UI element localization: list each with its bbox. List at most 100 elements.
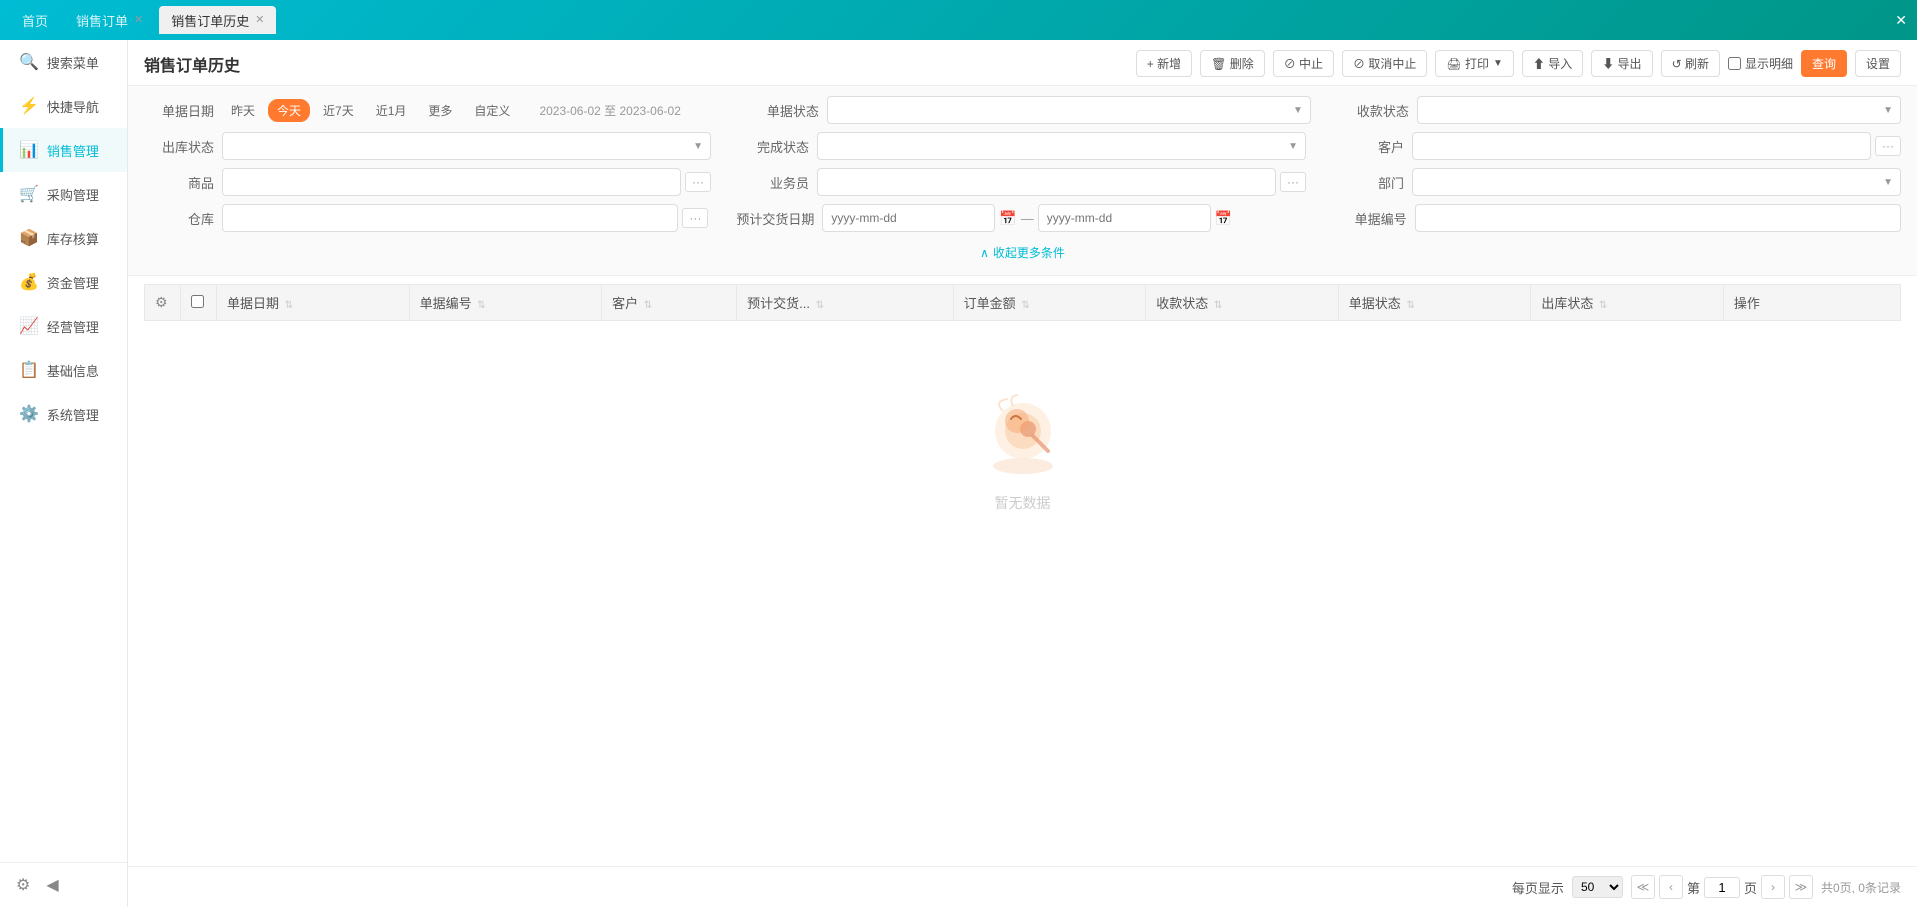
customer-ellipsis-btn[interactable]: ···: [1875, 136, 1901, 156]
sidebar-item-finance[interactable]: 💰 资金管理: [0, 260, 127, 304]
order-number-input[interactable]: [1415, 204, 1901, 232]
salesperson-ellipsis-btn[interactable]: ···: [1280, 172, 1306, 192]
date-btn-7days[interactable]: 近7天: [314, 99, 363, 122]
query-button[interactable]: 查询: [1801, 50, 1847, 77]
sort-amount-icon[interactable]: ⇅: [1021, 300, 1029, 311]
th-amount-label: 订单金额: [964, 296, 1016, 311]
tab-sales-order[interactable]: 销售订单 ✕: [64, 6, 155, 34]
date-btn-1month[interactable]: 近1月: [367, 99, 416, 122]
sort-order-status-icon[interactable]: ⇅: [1406, 300, 1414, 311]
sidebar-collapse-icon[interactable]: ◀: [46, 875, 58, 895]
warehouse-field: ···: [222, 204, 708, 232]
top-right-controls: ✕: [1895, 12, 1907, 29]
display-cols-label: 显示明细: [1745, 55, 1793, 72]
expected-delivery-start[interactable]: [822, 204, 995, 232]
payment-status-select[interactable]: [1417, 96, 1901, 124]
sidebar-item-finance-label: 资金管理: [47, 273, 99, 292]
calendar-end-icon[interactable]: 📅: [1215, 210, 1232, 227]
collapse-conditions[interactable]: ∧ 收起更多条件: [144, 240, 1901, 265]
salesperson-input[interactable]: [817, 168, 1276, 196]
th-order-status: 单据状态 ⇅: [1338, 285, 1531, 321]
customer-input[interactable]: [1412, 132, 1871, 160]
date-btn-more[interactable]: 更多: [419, 99, 461, 122]
sidebar-item-base-info[interactable]: 📋 基础信息: [0, 348, 127, 392]
next-page-btn[interactable]: ›: [1761, 875, 1785, 899]
table-settings-icon[interactable]: ⚙: [155, 294, 168, 310]
sidebar-item-quick-nav[interactable]: ⚡ 快捷导航: [0, 84, 127, 128]
cancel-stop-button[interactable]: ⊘ 取消中止: [1342, 50, 1427, 77]
close-window-icon[interactable]: ✕: [1895, 12, 1907, 29]
page-title: 销售订单历史: [144, 52, 240, 76]
import-button[interactable]: ⬆ 导入: [1522, 50, 1583, 77]
toolbar: + 新增 🗑 删除 ⊘ 中止 ⊘ 取消中止 🖨 打印 ▼ ⬆ 导入 ⬇ 导出 ↺…: [1136, 50, 1901, 77]
prev-page-btn[interactable]: ‹: [1659, 875, 1683, 899]
content-area: 销售订单历史 + 新增 🗑 删除 ⊘ 中止 ⊘ 取消中止 🖨 打印 ▼ ⬆ 导入…: [128, 40, 1917, 907]
filter-row-3: 商品 ··· 业务员 ··· 部门 ▼: [144, 168, 1901, 196]
page-unit: 页: [1744, 878, 1757, 897]
sidebar-item-base-info-label: 基础信息: [47, 361, 99, 380]
sort-date-icon[interactable]: ⇅: [285, 300, 293, 311]
quick-nav-icon: ⚡: [19, 96, 39, 116]
settings-button[interactable]: 设置: [1855, 50, 1901, 77]
sidebar-item-search-menu[interactable]: 🔍 搜索菜单: [0, 40, 127, 84]
page-size-select[interactable]: 50 10 20 100: [1572, 876, 1623, 898]
date-btn-today[interactable]: 今天: [268, 99, 310, 122]
expected-delivery-end[interactable]: [1038, 204, 1211, 232]
delivery-status-select[interactable]: [222, 132, 711, 160]
sidebar-item-system[interactable]: ⚙️ 系统管理: [0, 392, 127, 436]
display-cols-toggle[interactable]: 显示明细: [1728, 55, 1793, 72]
print-label: 🖨 打印: [1446, 55, 1489, 72]
delete-button[interactable]: 🗑 删除: [1200, 50, 1265, 77]
sort-expected-icon[interactable]: ⇅: [816, 300, 824, 311]
goods-input[interactable]: [222, 168, 681, 196]
current-page-input[interactable]: [1704, 877, 1740, 898]
filter-row-4: 仓库 ··· 预计交货日期 📅 — 📅 单据编号: [144, 204, 1901, 232]
date-btn-custom[interactable]: 自定义: [465, 99, 519, 122]
select-all-checkbox[interactable]: [191, 295, 204, 308]
sort-number-icon[interactable]: ⇅: [477, 300, 485, 311]
th-expected-delivery: 预计交货... ⇅: [737, 285, 954, 321]
sidebar-item-operations[interactable]: 📈 经营管理: [0, 304, 127, 348]
tab-sales-order-history-close[interactable]: ✕: [255, 15, 264, 26]
warehouse-ellipsis-btn[interactable]: ···: [682, 208, 708, 228]
first-page-btn[interactable]: ≪: [1631, 875, 1655, 899]
print-button[interactable]: 🖨 打印 ▼: [1435, 50, 1513, 77]
order-status-select[interactable]: [827, 96, 1311, 124]
goods-ellipsis-btn[interactable]: ···: [685, 172, 711, 192]
base-info-icon: 📋: [19, 360, 39, 380]
filter-area: 单据日期 昨天 今天 近7天 近1月 更多 自定义 2023-06-02 至 2…: [128, 86, 1917, 276]
th-delivery-status-label: 出库状态: [1541, 296, 1593, 311]
sort-payment-icon[interactable]: ⇅: [1214, 300, 1222, 311]
sidebar-item-purchase-mgmt[interactable]: 🛒 采购管理: [0, 172, 127, 216]
sidebar-item-sales-mgmt[interactable]: 📊 销售管理: [0, 128, 127, 172]
export-button[interactable]: ⬇ 导出: [1591, 50, 1652, 77]
tab-sales-order-close[interactable]: ✕: [134, 15, 143, 26]
last-page-btn[interactable]: ≫: [1789, 875, 1813, 899]
calendar-start-icon[interactable]: 📅: [999, 210, 1016, 227]
sidebar-settings-icon[interactable]: ⚙: [16, 875, 30, 895]
date-btn-yesterday[interactable]: 昨天: [222, 99, 264, 122]
print-dropdown-icon[interactable]: ▼: [1493, 58, 1503, 69]
date-range-dash: —: [1021, 211, 1034, 226]
sidebar-item-quick-nav-label: 快捷导航: [47, 97, 99, 116]
sort-customer-icon[interactable]: ⇅: [644, 300, 652, 311]
th-delivery-status: 出库状态 ⇅: [1531, 285, 1724, 321]
th-expected-delivery-label: 预计交货...: [747, 296, 810, 311]
completion-status-select[interactable]: [817, 132, 1306, 160]
stop-button[interactable]: ⊘ 中止: [1273, 50, 1334, 77]
department-select[interactable]: [1412, 168, 1901, 196]
system-icon: ⚙️: [19, 404, 39, 424]
warehouse-input[interactable]: [222, 204, 678, 232]
refresh-button[interactable]: ↺ 刷新: [1661, 50, 1720, 77]
filter-row-1: 单据日期 昨天 今天 近7天 近1月 更多 自定义 2023-06-02 至 2…: [144, 96, 1901, 124]
sort-delivery-icon[interactable]: ⇅: [1599, 300, 1607, 311]
display-cols-checkbox[interactable]: [1728, 57, 1741, 70]
th-action: 操作: [1723, 285, 1900, 321]
sales-icon: 📊: [19, 140, 39, 160]
new-button[interactable]: + 新增: [1136, 50, 1192, 77]
tab-home[interactable]: 首页: [10, 6, 60, 34]
sidebar-item-search-menu-label: 搜索菜单: [47, 53, 99, 72]
sidebar-item-inventory[interactable]: 📦 库存核算: [0, 216, 127, 260]
tab-sales-order-history[interactable]: 销售订单历史 ✕: [159, 6, 276, 34]
data-table: ⚙ 单据日期 ⇅ 单据编号 ⇅: [144, 284, 1901, 321]
